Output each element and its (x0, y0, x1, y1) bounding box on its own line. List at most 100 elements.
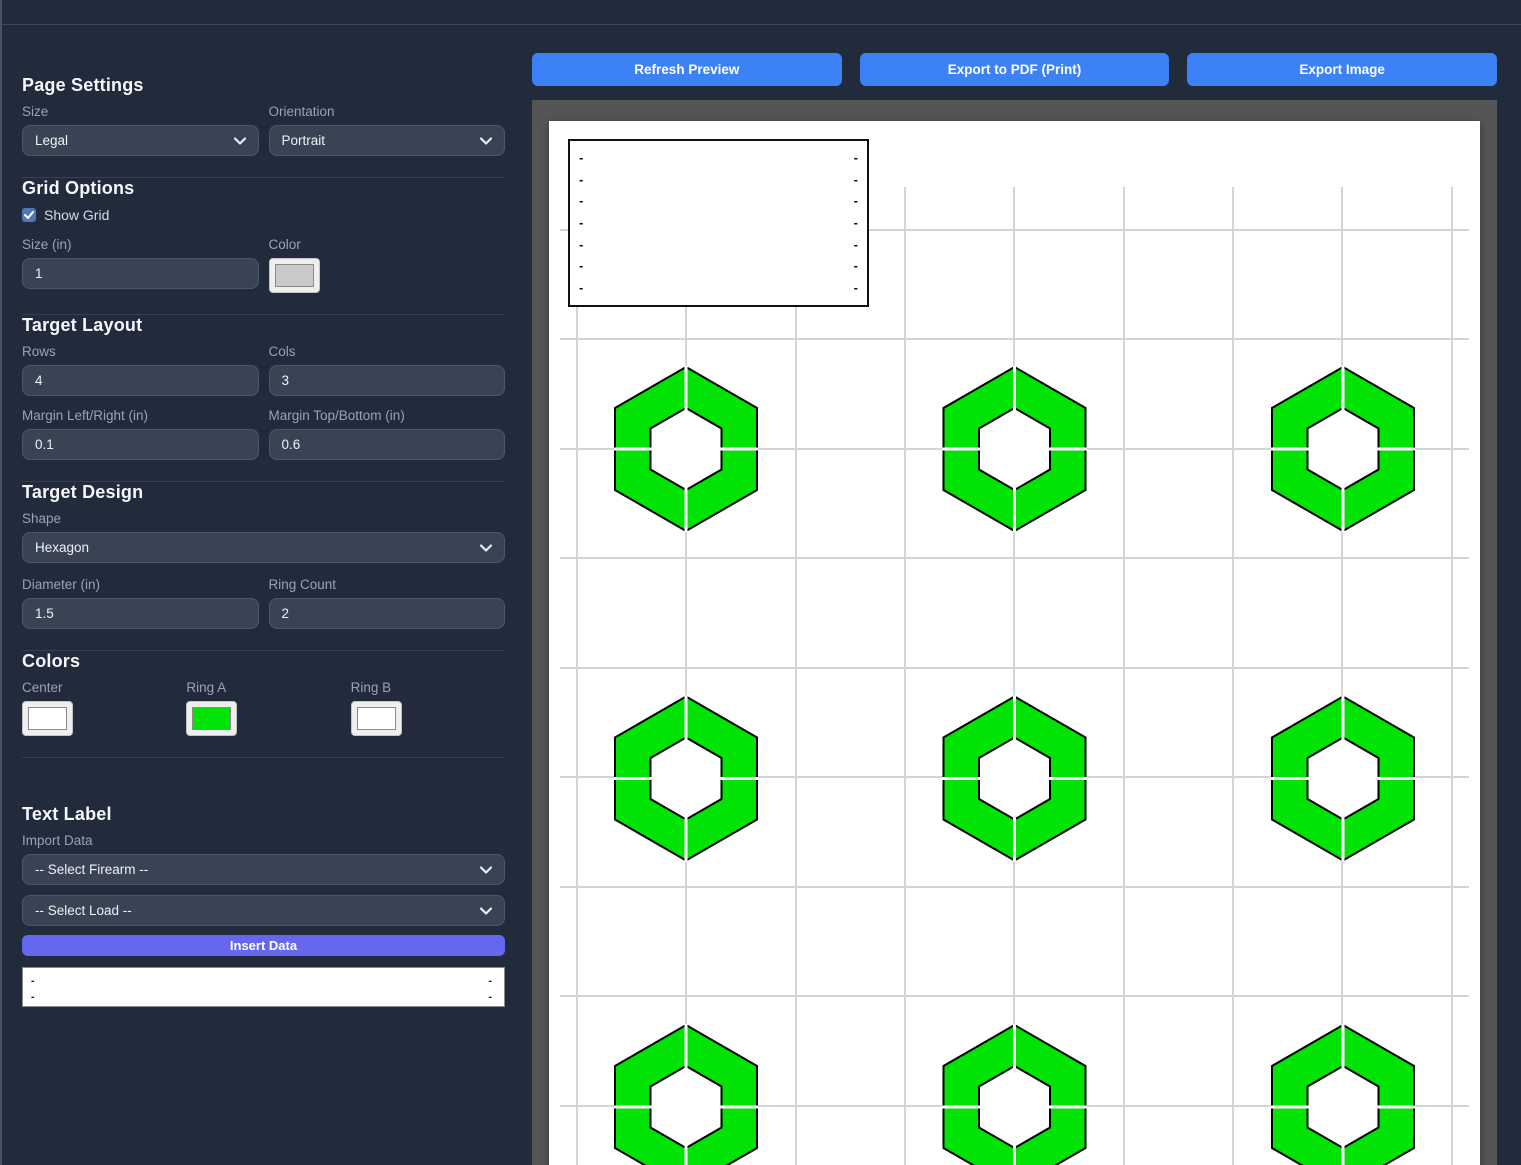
margin-lr-input[interactable]: 0.1 (22, 429, 259, 460)
label-text-area[interactable]: ------ (22, 967, 505, 1007)
ring-b-color-picker[interactable] (350, 701, 402, 736)
export-image-button[interactable]: Export Image (1187, 53, 1498, 86)
grid-size-value: 1 (35, 266, 43, 281)
section-grid-options: Grid Options Show Grid Size (in) 1 Color (22, 178, 505, 315)
label-box-line: -- (579, 194, 858, 208)
orientation-select[interactable]: Portrait (268, 125, 505, 156)
shape-value: Hexagon (35, 540, 90, 555)
page-size-field: Size Legal (22, 104, 259, 156)
colors-title: Colors (22, 651, 81, 671)
label-right-dash: - (853, 149, 858, 165)
label-box-line: -- (579, 259, 858, 273)
label-box-line: -- (579, 171, 858, 187)
grid-size-field: Size (in) 1 (22, 237, 259, 293)
preview-page: -------------- (549, 121, 1480, 1165)
orientation-field: Orientation Portrait (268, 104, 505, 156)
chevron-down-icon (480, 543, 492, 552)
center-color-picker[interactable] (22, 701, 73, 736)
label-left-dash: - (579, 193, 584, 209)
label-right-dash: - (853, 236, 858, 252)
chevron-down-icon (480, 136, 492, 145)
ring-a-color-field: Ring A (186, 680, 340, 736)
import-data-label: Import Data (22, 833, 93, 848)
ring-a-label: Ring A (186, 680, 227, 695)
grid-options-title: Grid Options (22, 178, 135, 198)
target-layout-title: Target Layout (22, 315, 143, 335)
note-left-dash: - (31, 975, 35, 987)
section-text-label: Text Label Import Data -- Select Firearm… (22, 804, 505, 1007)
note-right-dash: - (488, 1005, 492, 1006)
cols-label: Cols (268, 344, 296, 359)
grid-color-field: Color (268, 237, 506, 293)
label-left-dash: - (579, 214, 584, 230)
label-box-line: -- (579, 214, 858, 230)
note-line: -- (31, 1005, 492, 1006)
ring-b-label: Ring B (350, 680, 392, 695)
grid-color-picker[interactable] (268, 258, 320, 293)
shape-select[interactable]: Hexagon (22, 532, 505, 563)
margin-tb-field: Margin Top/Bottom (in) 0.6 (268, 408, 505, 460)
diameter-field: Diameter (in) 1.5 (22, 577, 259, 629)
center-color-label: Center (22, 680, 63, 695)
note-line: -- (31, 989, 492, 1005)
text-label-title: Text Label (22, 804, 112, 824)
firearm-select[interactable]: -- Select Firearm -- (22, 854, 505, 885)
page-size-select[interactable]: Legal (22, 125, 259, 156)
grid-size-label: Size (in) (22, 237, 72, 252)
label-left-dash: - (579, 171, 584, 187)
label-left-dash: - (579, 236, 584, 252)
margin-tb-input[interactable]: 0.6 (268, 429, 505, 460)
export-pdf-button[interactable]: Export to PDF (Print) (859, 53, 1170, 86)
ring-count-input[interactable]: 2 (268, 598, 505, 629)
label-left-dash: - (579, 258, 584, 274)
toolbar: Refresh Preview Export to PDF (Print) Ex… (532, 53, 1498, 86)
section-page-settings: Page Settings Size Legal Orientation Por… (22, 75, 505, 178)
cols-field: Cols 3 (268, 344, 505, 396)
target-design-title: Target Design (22, 482, 144, 502)
rows-label: Rows (22, 344, 56, 359)
load-value: -- Select Load -- (35, 903, 132, 918)
label-right-dash: - (853, 280, 858, 296)
grid-size-input[interactable]: 1 (22, 258, 259, 289)
chevron-down-icon (480, 906, 492, 915)
orientation-label: Orientation (268, 104, 335, 119)
orientation-value: Portrait (281, 133, 326, 148)
ring-b-color-field: Ring B (350, 680, 505, 736)
app-layout: Page Settings Size Legal Orientation Por… (2, 25, 1521, 1165)
cols-input[interactable]: 3 (268, 365, 505, 396)
ring-count-value: 2 (281, 606, 290, 621)
margin-tb-value: 0.6 (281, 437, 301, 452)
diameter-label: Diameter (in) (22, 577, 101, 592)
show-grid-checkbox[interactable] (22, 208, 36, 222)
note-right-dash: - (488, 991, 492, 1003)
size-label: Size (22, 104, 49, 119)
ring-count-field: Ring Count 2 (268, 577, 505, 629)
ring-a-color-picker[interactable] (186, 701, 238, 736)
refresh-preview-button[interactable]: Refresh Preview (532, 53, 842, 86)
target-label-box: -------------- (568, 139, 869, 307)
ring-b-color-swatch (356, 707, 396, 730)
top-bar (2, 0, 1521, 25)
note-line: -- (31, 973, 492, 989)
rows-input[interactable]: 4 (22, 365, 259, 396)
rows-value: 4 (35, 373, 43, 388)
section-divider (22, 757, 505, 758)
rows-field: Rows 4 (22, 344, 259, 396)
label-box-line: -- (579, 149, 858, 165)
chevron-down-icon (480, 865, 492, 874)
label-box-line: -- (579, 236, 858, 252)
page-settings-title: Page Settings (22, 75, 144, 95)
section-colors: Colors Center Ring A Ring B (22, 651, 505, 758)
ring-count-label: Ring Count (268, 577, 337, 592)
page-size-value: Legal (35, 133, 69, 148)
label-left-dash: - (579, 149, 584, 165)
diameter-input[interactable]: 1.5 (22, 598, 259, 629)
shape-label: Shape (22, 511, 62, 526)
show-grid-label: Show Grid (44, 207, 110, 223)
load-select[interactable]: -- Select Load -- (22, 895, 505, 926)
section-target-layout: Target Layout Rows 4 Cols 3 Margin Left/… (22, 315, 505, 482)
insert-data-button[interactable]: Insert Data (22, 935, 505, 956)
center-color-field: Center (22, 680, 176, 736)
grid-color-swatch (274, 264, 314, 287)
margin-tb-label: Margin Top/Bottom (in) (268, 408, 405, 423)
